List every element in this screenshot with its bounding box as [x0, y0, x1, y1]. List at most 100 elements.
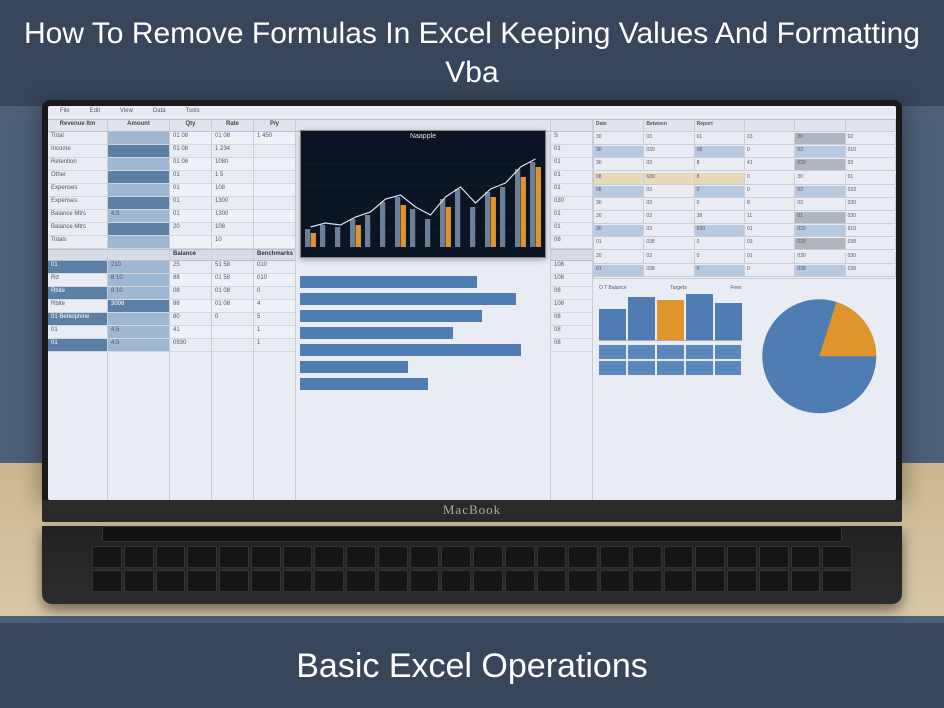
- cell[interactable]: 108: [551, 300, 592, 313]
- mini-cell[interactable]: 30: [594, 199, 644, 211]
- mini-cell[interactable]: 01: [594, 238, 644, 250]
- cell[interactable]: [212, 249, 253, 261]
- mini-cell[interactable]: 01: [795, 212, 845, 224]
- key[interactable]: [314, 546, 344, 568]
- cell[interactable]: [254, 184, 295, 197]
- mini-cell[interactable]: 0: [695, 265, 745, 277]
- cell[interactable]: 1 234: [212, 145, 253, 158]
- key[interactable]: [727, 570, 757, 592]
- mini-cell[interactable]: 030: [795, 252, 845, 264]
- key[interactable]: [473, 546, 503, 568]
- key[interactable]: [219, 570, 249, 592]
- cell[interactable]: [48, 249, 107, 261]
- key[interactable]: [124, 570, 154, 592]
- cell[interactable]: 80: [170, 313, 211, 326]
- cell[interactable]: [212, 339, 253, 352]
- cell[interactable]: 08: [170, 287, 211, 300]
- cell[interactable]: 4.5: [108, 326, 169, 339]
- mini-cell[interactable]: 0: [695, 252, 745, 264]
- cell[interactable]: 01 08: [170, 158, 211, 171]
- mini-cell[interactable]: 11: [745, 212, 795, 224]
- ribbon-item[interactable]: View: [114, 108, 139, 117]
- key[interactable]: [283, 546, 313, 568]
- mini-cell[interactable]: 630: [644, 173, 694, 185]
- cell[interactable]: 01 08: [170, 132, 211, 145]
- cell[interactable]: [108, 158, 169, 171]
- mini-cell[interactable]: 0: [695, 186, 745, 198]
- mini-cell[interactable]: 8: [695, 173, 745, 185]
- cell[interactable]: 4: [254, 300, 295, 313]
- key[interactable]: [92, 546, 122, 568]
- key[interactable]: [505, 570, 535, 592]
- cell[interactable]: 41: [170, 326, 211, 339]
- cell[interactable]: 1: [254, 326, 295, 339]
- key[interactable]: [283, 570, 313, 592]
- key[interactable]: [441, 546, 471, 568]
- cell[interactable]: [551, 249, 592, 261]
- cell[interactable]: 01 08: [212, 300, 253, 313]
- mini-cell[interactable]: 01: [745, 225, 795, 237]
- mini-cell[interactable]: 30: [594, 159, 644, 171]
- mini-cell[interactable]: 03: [795, 186, 845, 198]
- cell[interactable]: 8 10: [108, 274, 169, 287]
- cell[interactable]: [108, 145, 169, 158]
- cell[interactable]: 1300: [212, 210, 253, 223]
- mini-cell[interactable]: 41: [745, 159, 795, 171]
- mini-cell[interactable]: 03: [644, 133, 694, 145]
- cell[interactable]: Totals: [48, 236, 107, 249]
- cell[interactable]: [108, 197, 169, 210]
- cell[interactable]: 01 08: [170, 145, 211, 158]
- key[interactable]: [568, 570, 598, 592]
- mini-cell[interactable]: 03: [644, 252, 694, 264]
- cell[interactable]: 01 58: [212, 274, 253, 287]
- cell[interactable]: Total: [48, 132, 107, 145]
- cell[interactable]: 08: [551, 326, 592, 339]
- cell[interactable]: Expenses: [48, 184, 107, 197]
- key[interactable]: [92, 570, 122, 592]
- ribbon-item[interactable]: File: [54, 108, 76, 117]
- cell[interactable]: 01: [48, 261, 107, 274]
- mini-cell[interactable]: 03: [795, 146, 845, 158]
- cell[interactable]: 88: [170, 274, 211, 287]
- mini-cell[interactable]: 03: [644, 212, 694, 224]
- ribbon-item[interactable]: Edit: [84, 108, 106, 117]
- cell[interactable]: Expenses: [48, 197, 107, 210]
- cell[interactable]: 030: [551, 197, 592, 210]
- mini-cell[interactable]: 0: [695, 199, 745, 211]
- cell[interactable]: 08: [551, 236, 592, 249]
- mini-cell[interactable]: 8: [695, 159, 745, 171]
- key[interactable]: [822, 546, 852, 568]
- cell[interactable]: 3008: [108, 300, 169, 313]
- mini-cell[interactable]: 030: [846, 212, 896, 224]
- key[interactable]: [441, 570, 471, 592]
- cell[interactable]: [254, 210, 295, 223]
- cell[interactable]: 0: [254, 287, 295, 300]
- cell[interactable]: [108, 171, 169, 184]
- key[interactable]: [664, 570, 694, 592]
- mini-cell[interactable]: 38: [695, 212, 745, 224]
- mini-cell[interactable]: 0: [745, 173, 795, 185]
- key[interactable]: [346, 546, 376, 568]
- mini-cell[interactable]: 0: [695, 238, 745, 250]
- mini-cell[interactable]: 030: [795, 159, 845, 171]
- cell[interactable]: 210: [108, 261, 169, 274]
- cell[interactable]: 08: [551, 313, 592, 326]
- key[interactable]: [505, 546, 535, 568]
- key[interactable]: [759, 570, 789, 592]
- cell[interactable]: 01: [551, 223, 592, 236]
- cell[interactable]: 08: [551, 339, 592, 352]
- mini-cell[interactable]: 30: [795, 133, 845, 145]
- cell[interactable]: [254, 197, 295, 210]
- cell[interactable]: 08: [551, 287, 592, 300]
- mini-cell[interactable]: 08: [695, 146, 745, 158]
- mini-cell[interactable]: 030: [846, 252, 896, 264]
- cell[interactable]: 5: [254, 313, 295, 326]
- key[interactable]: [537, 570, 567, 592]
- cell[interactable]: [108, 249, 169, 261]
- mini-cell[interactable]: 030: [846, 199, 896, 211]
- key[interactable]: [695, 546, 725, 568]
- mini-cell[interactable]: 01: [594, 265, 644, 277]
- cell[interactable]: 25: [170, 261, 211, 274]
- cell[interactable]: [254, 158, 295, 171]
- cell[interactable]: 01 Bettelphine: [48, 313, 107, 326]
